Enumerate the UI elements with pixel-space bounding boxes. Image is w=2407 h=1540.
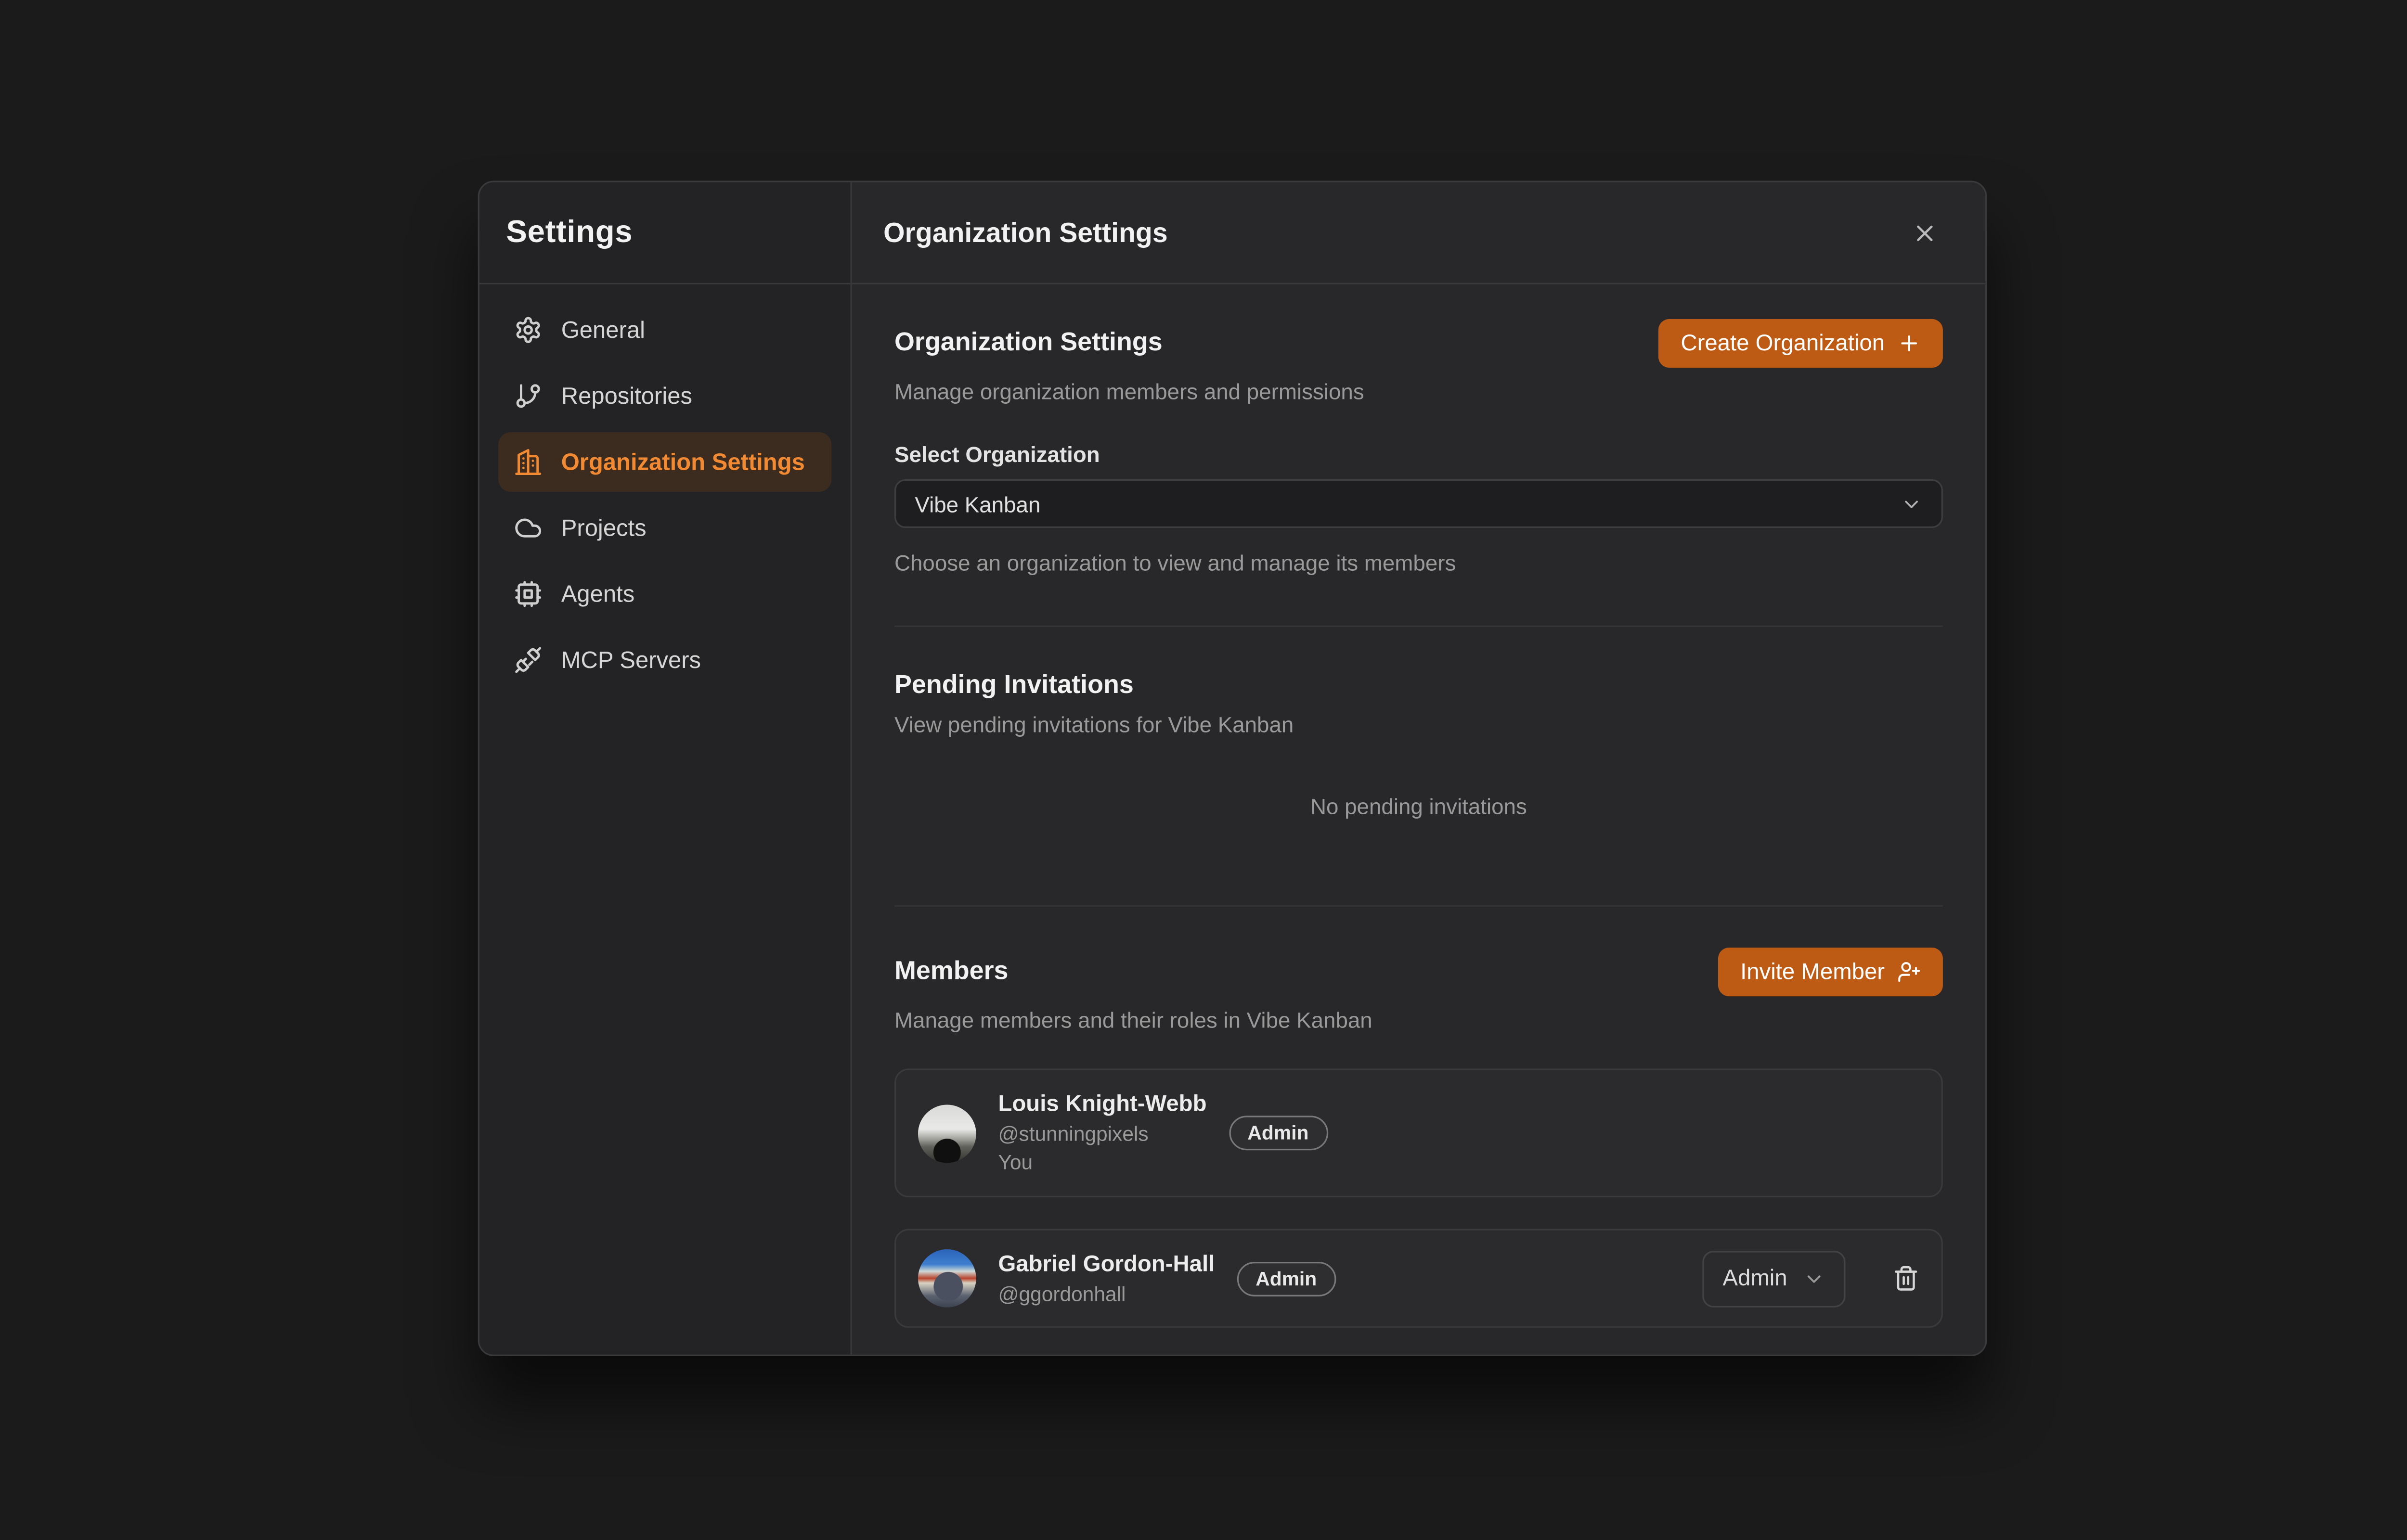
member-name: Gabriel Gordon-Hall <box>998 1251 1215 1277</box>
page-background: Settings Organization Settings General R… <box>0 0 2407 1540</box>
cloud-icon <box>514 514 543 542</box>
user-plus-icon <box>1897 960 1921 984</box>
organization-settings-panel: Organization Settings Create Organizatio… <box>852 284 1985 1355</box>
sidebar-item-organization-settings[interactable]: Organization Settings <box>498 432 832 492</box>
sidebar-title: Settings <box>506 214 633 249</box>
create-organization-label: Create Organization <box>1681 331 1885 356</box>
dialog-header: Organization Settings <box>852 182 1986 285</box>
sidebar-item-label: Repositories <box>561 383 692 410</box>
member-row-louis: Louis Knight-Webb @stunningpixels You Ad… <box>894 1068 1943 1198</box>
sidebar-item-repositories[interactable]: Repositories <box>498 366 831 426</box>
member-handle: @stunningpixels <box>998 1122 1149 1146</box>
sidebar-item-label: MCP Servers <box>561 646 701 674</box>
cpu-icon <box>514 580 543 608</box>
chevron-down-icon <box>1803 1267 1825 1289</box>
role-badge: Admin <box>1229 1116 1328 1151</box>
avatar <box>918 1249 976 1308</box>
sidebar-header: Settings <box>479 182 852 285</box>
git-branch-icon <box>514 382 543 410</box>
org-section-title: Organization Settings <box>894 328 1163 357</box>
pending-invitations-subtitle: View pending invitations for Vibe Kanban <box>894 712 1294 737</box>
create-organization-button[interactable]: Create Organization <box>1658 319 1943 368</box>
org-section-subtitle: Manage organization members and permissi… <box>894 378 1364 404</box>
organization-select[interactable]: Vibe Kanban <box>894 479 1943 528</box>
member-row-gabriel: Gabriel Gordon-Hall @ggordonhall Admin A… <box>894 1229 1943 1328</box>
close-button[interactable] <box>1905 214 1943 251</box>
pending-invitations-title: Pending Invitations <box>894 671 1134 700</box>
organization-select-value: Vibe Kanban <box>915 491 1041 516</box>
building-icon <box>514 448 543 476</box>
members-title: Members <box>894 957 1009 986</box>
invite-member-button[interactable]: Invite Member <box>1718 947 1943 997</box>
select-organization-label: Select Organization <box>894 441 1100 467</box>
sidebar-item-general[interactable]: General <box>498 300 831 360</box>
trash-icon <box>1892 1265 1919 1292</box>
role-select[interactable]: Admin <box>1702 1250 1846 1307</box>
sidebar-item-label: Projects <box>561 514 647 541</box>
organization-select-help: Choose an organization to view and manag… <box>894 550 1456 576</box>
role-badge: Admin <box>1237 1261 1336 1296</box>
dialog-title: Organization Settings <box>883 216 1168 248</box>
invite-member-label: Invite Member <box>1740 959 1885 985</box>
member-name: Louis Knight-Webb <box>998 1092 1207 1117</box>
member-list: Louis Knight-Webb @stunningpixels You Ad… <box>894 1068 1943 1354</box>
member-handle: @ggordonhall <box>998 1281 1126 1305</box>
sidebar-item-mcp-servers[interactable]: MCP Servers <box>498 630 831 690</box>
sidebar-item-label: General <box>561 316 645 344</box>
settings-dialog: Settings Organization Settings General R… <box>478 180 1987 1356</box>
sidebar-item-projects[interactable]: Projects <box>498 498 831 558</box>
avatar <box>918 1104 976 1162</box>
sidebar-item-agents[interactable]: Agents <box>498 564 831 624</box>
sidebar-item-label: Organization Settings <box>561 449 805 475</box>
close-icon <box>1911 219 1938 246</box>
section-divider <box>894 905 1943 907</box>
gear-icon <box>514 316 543 344</box>
remove-member-button[interactable] <box>1892 1265 1919 1292</box>
settings-sidebar: General Repositories Organization Settin… <box>479 284 852 1355</box>
chevron-down-icon <box>1901 493 1923 515</box>
section-divider <box>894 625 1943 627</box>
member-you-note: You <box>998 1150 1033 1174</box>
members-subtitle: Manage members and their roles in Vibe K… <box>894 1007 1372 1033</box>
sidebar-item-label: Agents <box>561 580 635 608</box>
plus-icon <box>1897 332 1921 355</box>
role-select-value: Admin <box>1722 1266 1787 1291</box>
plug-icon <box>514 646 543 674</box>
pending-invitations-empty: No pending invitations <box>1310 793 1527 819</box>
